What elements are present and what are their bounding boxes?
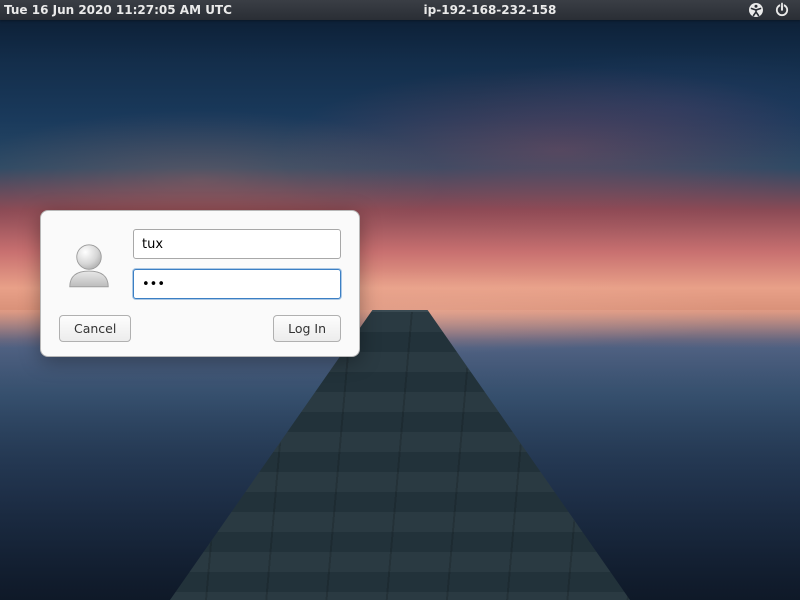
login-button[interactable]: Log In [273,315,341,342]
login-fields [133,229,341,299]
panel-clock[interactable]: Tue 16 Jun 2020 11:27:05 AM UTC [4,3,232,17]
login-dialog: Cancel Log In [40,210,360,357]
accessibility-icon[interactable] [748,2,764,18]
username-input[interactable] [133,229,341,259]
panel-hostname: ip-192-168-232-158 [232,3,748,17]
user-avatar-icon [59,234,119,294]
login-top-row [59,229,341,299]
password-input[interactable] [133,269,341,299]
panel-right-group [748,2,796,18]
desktop-background: Tue 16 Jun 2020 11:27:05 AM UTC ip-192-1… [0,0,800,600]
power-icon[interactable] [774,2,790,18]
login-button-row: Cancel Log In [59,315,341,342]
top-panel: Tue 16 Jun 2020 11:27:05 AM UTC ip-192-1… [0,0,800,20]
cancel-button[interactable]: Cancel [59,315,131,342]
